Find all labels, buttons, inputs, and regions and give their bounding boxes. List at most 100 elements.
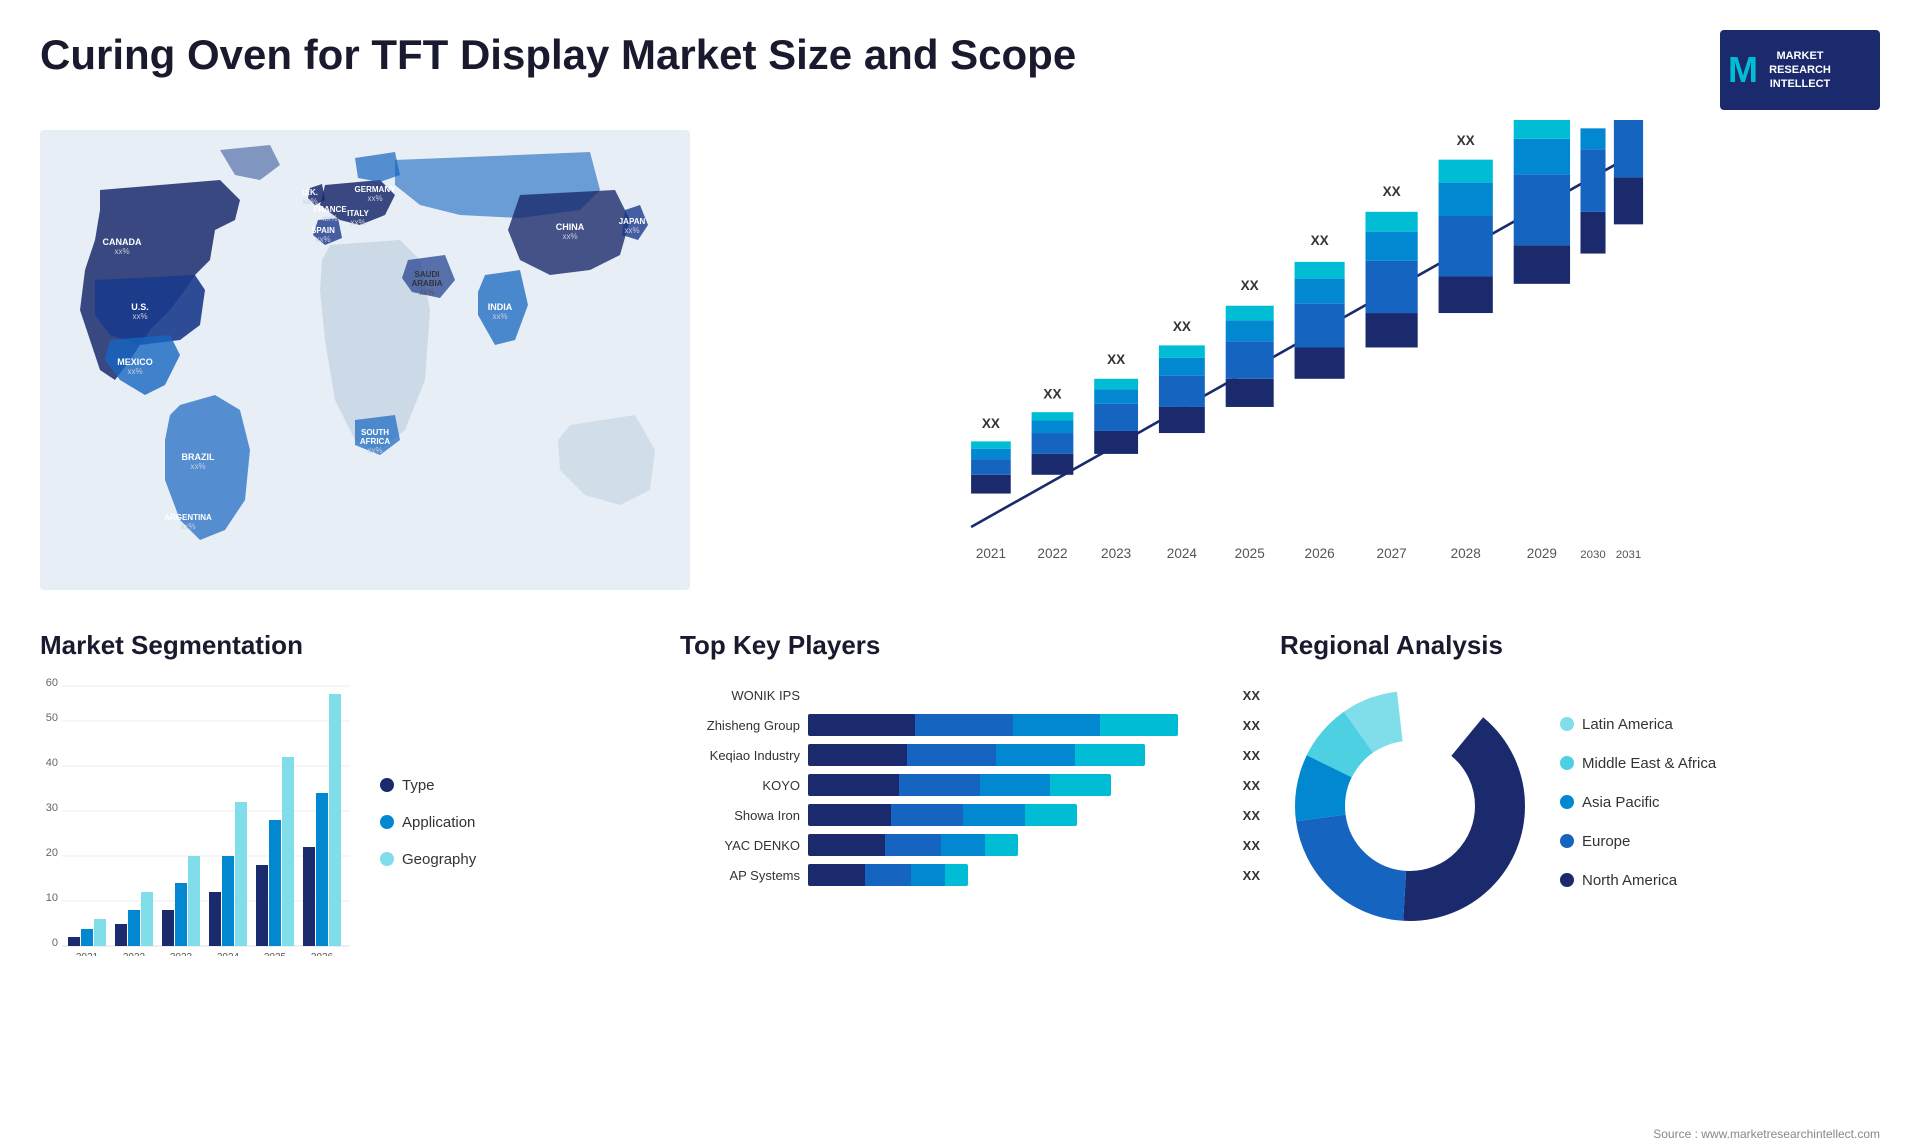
player-name: Zhisheng Group bbox=[680, 718, 800, 733]
svg-text:2030: 2030 bbox=[1580, 549, 1606, 561]
player-bar-wrap bbox=[808, 834, 1229, 856]
list-item: YAC DENKO XX bbox=[680, 834, 1260, 856]
player-bar-wrap bbox=[808, 804, 1229, 826]
growth-chart-svg: XX 2021 XX 2022 XX 2023 bbox=[730, 120, 1880, 600]
legend-application-label: Application bbox=[402, 814, 475, 831]
svg-text:xx%: xx% bbox=[367, 446, 382, 455]
player-bar bbox=[808, 834, 1018, 856]
svg-text:MEXICO: MEXICO bbox=[117, 357, 153, 367]
logo-m-icon: M bbox=[1728, 49, 1758, 91]
svg-text:2028: 2028 bbox=[1451, 546, 1481, 561]
players-list: WONIK IPS XX Zhisheng Group XX bbox=[680, 676, 1260, 886]
player-bar bbox=[808, 864, 968, 886]
list-item: Keqiao Industry XX bbox=[680, 744, 1260, 766]
player-bar-wrap bbox=[808, 714, 1229, 736]
logo-box: M MARKET RESEARCH INTELLECT bbox=[1720, 30, 1880, 110]
bottom-content: Market Segmentation 0 10 20 30 40 50 60 bbox=[0, 620, 1920, 976]
segmentation-legend: Type Application Geography bbox=[380, 676, 476, 956]
svg-text:2029: 2029 bbox=[1527, 546, 1557, 561]
svg-text:xx%: xx% bbox=[132, 312, 147, 321]
svg-text:XX: XX bbox=[1383, 184, 1401, 199]
list-item: WONIK IPS XX bbox=[680, 684, 1260, 706]
logo-text: MARKET RESEARCH INTELLECT bbox=[1769, 49, 1831, 92]
list-item: Showa Iron XX bbox=[680, 804, 1260, 826]
svg-text:2022: 2022 bbox=[123, 952, 146, 956]
legend-north-america: North America bbox=[1560, 872, 1716, 889]
legend-mea-label: Middle East & Africa bbox=[1582, 755, 1716, 772]
player-bar bbox=[808, 744, 1145, 766]
svg-text:2021: 2021 bbox=[976, 546, 1006, 561]
svg-text:2022: 2022 bbox=[1037, 546, 1067, 561]
svg-text:XX: XX bbox=[1173, 319, 1191, 334]
world-map-section: CANADA xx% U.S. xx% MEXICO xx% BRAZIL xx… bbox=[40, 120, 690, 600]
svg-text:XX: XX bbox=[1043, 387, 1061, 402]
svg-text:XX: XX bbox=[982, 416, 1000, 431]
player-name: WONIK IPS bbox=[680, 688, 800, 703]
legend-type-label: Type bbox=[402, 777, 435, 794]
legend-asia-pacific-dot bbox=[1560, 795, 1574, 809]
legend-geography-label: Geography bbox=[402, 851, 476, 868]
player-name: YAC DENKO bbox=[680, 838, 800, 853]
player-bar-wrap bbox=[808, 744, 1229, 766]
legend-europe: Europe bbox=[1560, 833, 1716, 850]
source-text: Source : www.marketresearchintellect.com bbox=[1653, 1127, 1880, 1141]
legend-asia-pacific: Asia Pacific bbox=[1560, 794, 1716, 811]
svg-text:FRANCE: FRANCE bbox=[313, 205, 347, 214]
svg-text:ARABIA: ARABIA bbox=[411, 279, 442, 288]
svg-text:XX: XX bbox=[1311, 233, 1329, 248]
player-bar bbox=[808, 714, 1178, 736]
segmentation-section: Market Segmentation 0 10 20 30 40 50 60 bbox=[40, 630, 660, 956]
svg-text:XX: XX bbox=[1241, 278, 1259, 293]
svg-text:XX: XX bbox=[1107, 352, 1125, 367]
legend-type: Type bbox=[380, 777, 476, 794]
svg-text:2023: 2023 bbox=[1101, 546, 1131, 561]
svg-text:AFRICA: AFRICA bbox=[360, 437, 390, 446]
player-value: XX bbox=[1243, 748, 1260, 763]
svg-text:JAPAN: JAPAN bbox=[619, 217, 646, 226]
player-bar bbox=[808, 774, 1111, 796]
player-value: XX bbox=[1243, 808, 1260, 823]
player-name: KOYO bbox=[680, 778, 800, 793]
svg-text:GERMANY: GERMANY bbox=[355, 185, 397, 194]
svg-text:INDIA: INDIA bbox=[488, 302, 513, 312]
legend-application-dot bbox=[380, 815, 394, 829]
svg-text:CHINA: CHINA bbox=[556, 222, 585, 232]
svg-text:2024: 2024 bbox=[1167, 546, 1198, 561]
legend-geography-dot bbox=[380, 852, 394, 866]
legend-europe-label: Europe bbox=[1582, 833, 1630, 850]
svg-text:30: 30 bbox=[46, 802, 58, 814]
svg-text:xx%: xx% bbox=[492, 312, 507, 321]
legend-application: Application bbox=[380, 814, 476, 831]
player-name: Showa Iron bbox=[680, 808, 800, 823]
top-content: CANADA xx% U.S. xx% MEXICO xx% BRAZIL xx… bbox=[0, 120, 1920, 620]
legend-mea: Middle East & Africa bbox=[1560, 755, 1716, 772]
svg-text:xx%: xx% bbox=[127, 367, 142, 376]
segmentation-title: Market Segmentation bbox=[40, 630, 660, 661]
svg-text:U.S.: U.S. bbox=[131, 302, 149, 312]
svg-text:2026: 2026 bbox=[311, 952, 334, 956]
svg-text:xx%: xx% bbox=[367, 194, 382, 203]
svg-text:2021: 2021 bbox=[76, 952, 99, 956]
svg-text:SPAIN: SPAIN bbox=[311, 226, 335, 235]
svg-text:2025: 2025 bbox=[264, 952, 287, 956]
growth-chart-section: XX 2021 XX 2022 XX 2023 bbox=[710, 120, 1880, 600]
svg-text:2023: 2023 bbox=[170, 952, 193, 956]
svg-text:2027: 2027 bbox=[1377, 546, 1407, 561]
legend-europe-dot bbox=[1560, 834, 1574, 848]
svg-text:xx%: xx% bbox=[190, 462, 205, 471]
svg-text:XX: XX bbox=[1457, 133, 1475, 148]
player-value: XX bbox=[1243, 868, 1260, 883]
regional-section: Regional Analysis bbox=[1280, 630, 1880, 956]
player-value: XX bbox=[1243, 838, 1260, 853]
svg-text:xx%: xx% bbox=[624, 226, 639, 235]
player-bar-wrap bbox=[808, 864, 1229, 886]
svg-text:xx%: xx% bbox=[180, 522, 195, 531]
svg-text:2024: 2024 bbox=[217, 952, 240, 956]
page-title: Curing Oven for TFT Display Market Size … bbox=[40, 30, 1076, 80]
svg-text:xx%: xx% bbox=[562, 232, 577, 241]
legend-latin-america-label: Latin America bbox=[1582, 716, 1673, 733]
list-item: KOYO XX bbox=[680, 774, 1260, 796]
svg-text:ARGENTINA: ARGENTINA bbox=[164, 513, 212, 522]
svg-text:60: 60 bbox=[46, 677, 58, 689]
world-map-svg: CANADA xx% U.S. xx% MEXICO xx% BRAZIL xx… bbox=[40, 120, 690, 600]
